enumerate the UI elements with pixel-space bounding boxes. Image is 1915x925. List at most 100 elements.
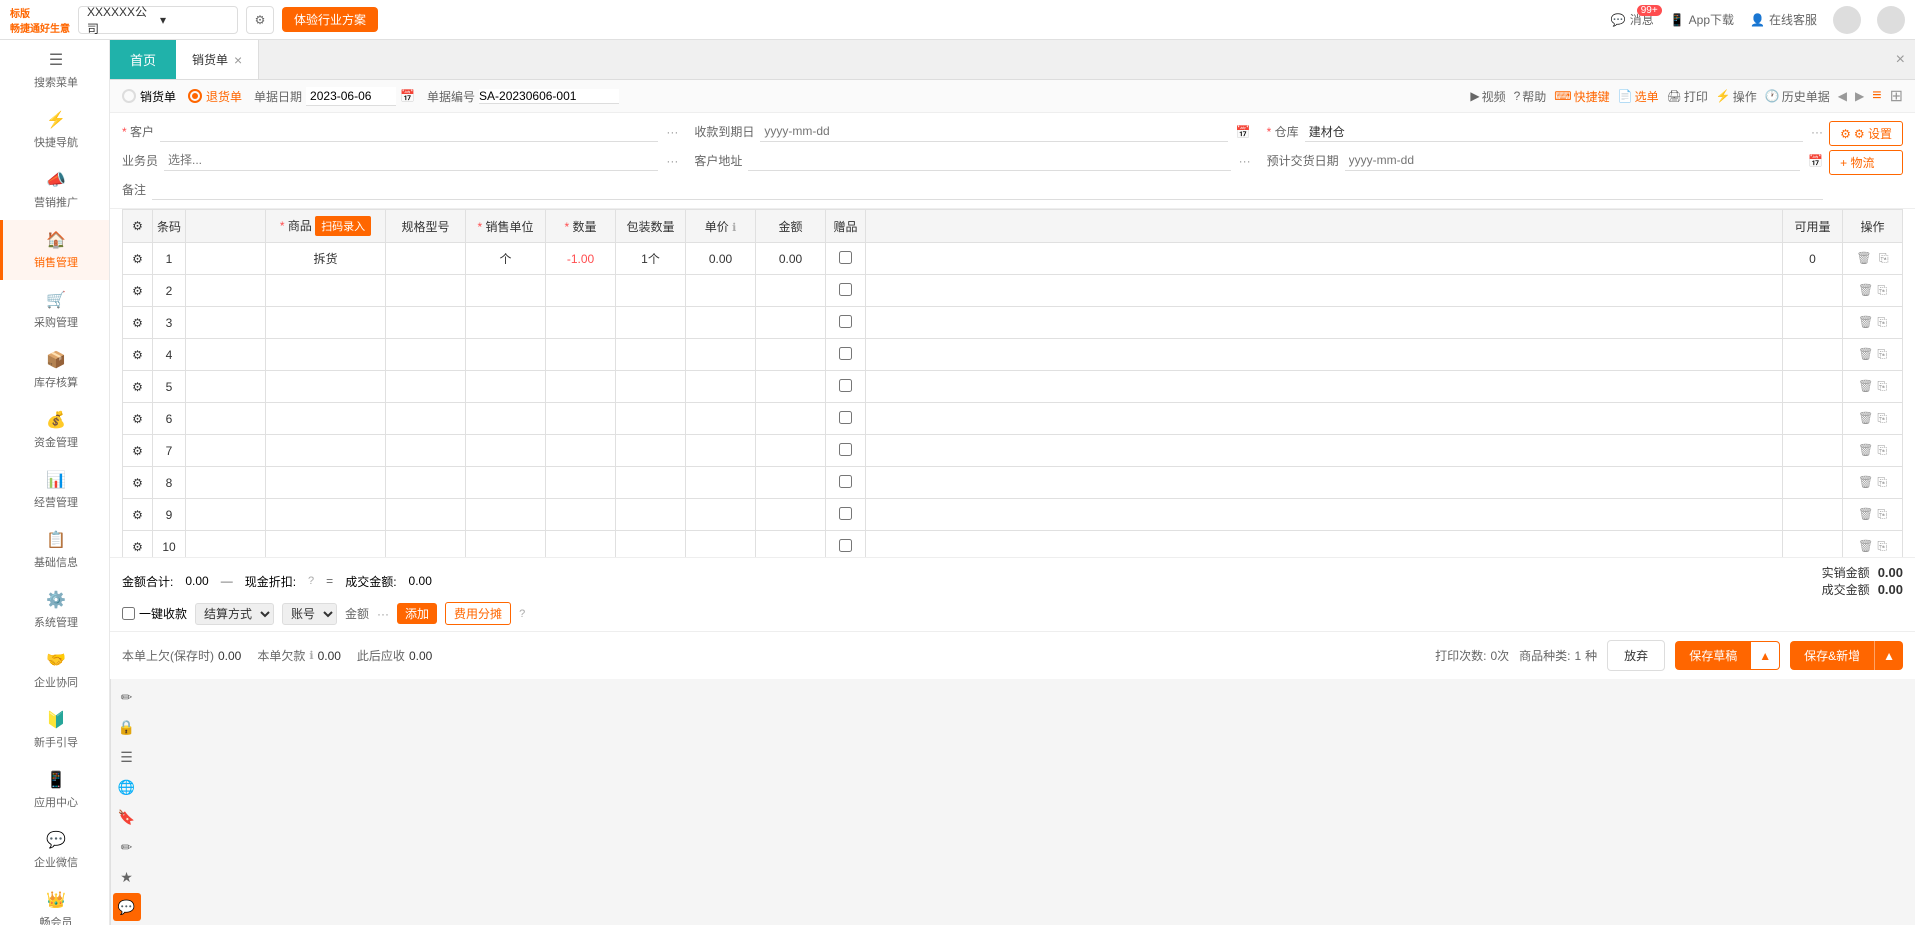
settings-btn[interactable]: ⚙ ⚙ 设置 bbox=[1829, 121, 1903, 146]
copy-icon-9[interactable]: ⎘ bbox=[1877, 507, 1887, 521]
delete-icon-5[interactable]: 🗑 bbox=[1858, 379, 1873, 393]
right-icon-chat[interactable]: 💬 bbox=[113, 893, 141, 921]
sidebar-item-sales[interactable]: 🏠 销售管理 bbox=[0, 220, 109, 280]
sidebar-item-basic-info[interactable]: 📋 基础信息 bbox=[0, 520, 109, 580]
one-click-pay-checkbox[interactable]: 一键收款 bbox=[122, 605, 187, 622]
copy-icon-8[interactable]: ⎘ bbox=[1877, 475, 1887, 489]
dots-icon[interactable]: ··· bbox=[377, 607, 389, 621]
save-new-btn[interactable]: 保存&新增 bbox=[1790, 641, 1874, 670]
delete-icon-8[interactable]: 🗑 bbox=[1858, 475, 1873, 489]
tab-home[interactable]: 首页 bbox=[110, 40, 176, 79]
delete-icon-7[interactable]: 🗑 bbox=[1858, 443, 1873, 457]
td-pkgqty-1[interactable]: 1个 bbox=[616, 243, 686, 275]
sidebar-item-guide[interactable]: 🔰 新手引导 bbox=[0, 700, 109, 760]
trial-btn[interactable]: 体验行业方案 bbox=[282, 7, 378, 32]
right-icon-star[interactable]: ★ bbox=[113, 863, 141, 891]
fee-split-btn[interactable]: 费用分摊 bbox=[445, 602, 511, 625]
customer-more-icon[interactable]: ··· bbox=[666, 125, 678, 139]
gift-checkbox-9[interactable] bbox=[839, 507, 852, 520]
row-gear-icon-1[interactable]: ⚙ bbox=[132, 252, 143, 266]
view-list-icon[interactable]: ≡ bbox=[1872, 87, 1881, 105]
customer-address-more-icon[interactable]: ··· bbox=[1239, 154, 1251, 168]
avatar[interactable] bbox=[1833, 6, 1861, 34]
payment-method-select[interactable]: 结算方式 bbox=[195, 603, 274, 625]
sidebar-item-system[interactable]: ⚙️ 系统管理 bbox=[0, 580, 109, 640]
doc-date-calendar-icon[interactable]: 📅 bbox=[400, 89, 415, 103]
tab-close-icon[interactable]: × bbox=[234, 52, 242, 68]
sidebar-item-enterprise[interactable]: 🤝 企业协同 bbox=[0, 640, 109, 700]
select-order-btn[interactable]: 📄 选单 bbox=[1618, 88, 1659, 105]
delete-icon-6[interactable]: 🗑 bbox=[1858, 411, 1873, 425]
radio-return-order[interactable]: 退货单 bbox=[188, 88, 242, 105]
copy-icon-10[interactable]: ⎘ bbox=[1877, 539, 1887, 553]
settings-icon[interactable]: ⚙ bbox=[246, 6, 274, 34]
right-icon-edit[interactable]: ✏ bbox=[113, 683, 141, 711]
remark-input[interactable] bbox=[152, 179, 1823, 200]
tab-sale-order[interactable]: 销货单 × bbox=[176, 40, 259, 79]
td-barcode-1[interactable] bbox=[186, 243, 266, 275]
nav-right-icon[interactable]: ▶ bbox=[1855, 89, 1864, 103]
nav-left-icon[interactable]: ◀ bbox=[1838, 89, 1847, 103]
th-gear[interactable]: ⚙ bbox=[123, 210, 153, 243]
video-btn[interactable]: ▶ 视频 bbox=[1470, 88, 1505, 105]
sidebar-item-purchase[interactable]: 🛒 采购管理 bbox=[0, 280, 109, 340]
gift-checkbox-6[interactable] bbox=[839, 411, 852, 424]
save-draft-arrow-btn[interactable]: ▲ bbox=[1751, 641, 1780, 670]
delete-icon-1[interactable]: 🗑 bbox=[1856, 251, 1871, 265]
right-icon-list[interactable]: ☰ bbox=[113, 743, 141, 771]
sidebar-item-operations[interactable]: 📊 经营管理 bbox=[0, 460, 109, 520]
right-icon-globe[interactable]: 🌐 bbox=[113, 773, 141, 801]
gift-checkbox-10[interactable] bbox=[839, 539, 852, 552]
company-selector[interactable]: XXXXXX公司 ▾ bbox=[78, 6, 238, 34]
save-draft-btn[interactable]: 保存草稿 bbox=[1675, 641, 1751, 670]
delete-icon-4[interactable]: 🗑 bbox=[1858, 347, 1873, 361]
save-new-arrow-btn[interactable]: ▲ bbox=[1874, 641, 1903, 670]
salesperson-more-icon[interactable]: ··· bbox=[666, 154, 678, 168]
sidebar-item-quick-nav[interactable]: ⚡ 快捷导航 bbox=[0, 100, 109, 160]
delete-icon-3[interactable]: 🗑 bbox=[1858, 315, 1873, 329]
gift-checkbox-5[interactable] bbox=[839, 379, 852, 392]
history-btn[interactable]: 🕐 历史单据 bbox=[1765, 88, 1830, 105]
right-icon-lock[interactable]: 🔒 bbox=[113, 713, 141, 741]
sidebar-item-search[interactable]: ☰ 搜索菜单 bbox=[0, 40, 109, 100]
print-btn[interactable]: 🖨 打印 bbox=[1667, 88, 1708, 105]
expected-delivery-calendar-icon[interactable]: 📅 bbox=[1808, 154, 1823, 168]
shortcut-btn[interactable]: ⌨ 快捷键 bbox=[1554, 88, 1609, 105]
copy-icon-4[interactable]: ⎘ bbox=[1877, 347, 1887, 361]
sidebar-item-marketing[interactable]: 📣 营销推广 bbox=[0, 160, 109, 220]
delete-icon-2[interactable]: 🗑 bbox=[1858, 283, 1873, 297]
sidebar-item-finance[interactable]: 💰 资金管理 bbox=[0, 400, 109, 460]
expected-delivery-input[interactable] bbox=[1345, 150, 1800, 171]
scan-btn[interactable]: 扫码录入 bbox=[315, 216, 371, 236]
gift-checkbox-2[interactable] bbox=[839, 283, 852, 296]
salesperson-input[interactable] bbox=[164, 150, 658, 171]
doc-date-input[interactable] bbox=[306, 87, 396, 106]
customer-address-input[interactable] bbox=[748, 150, 1230, 171]
gift-checkbox-3[interactable] bbox=[839, 315, 852, 328]
action-btn[interactable]: ⚡ 操作 bbox=[1716, 88, 1757, 105]
customer-input[interactable] bbox=[160, 121, 658, 142]
copy-icon-3[interactable]: ⎘ bbox=[1877, 315, 1887, 329]
td-gift-1[interactable] bbox=[826, 243, 866, 275]
help-btn[interactable]: ? 帮助 bbox=[1514, 88, 1547, 105]
right-icon-pencil2[interactable]: ✏ bbox=[113, 833, 141, 861]
payment-due-calendar-icon[interactable]: 📅 bbox=[1236, 125, 1251, 139]
doc-no-input[interactable] bbox=[479, 89, 619, 104]
gift-checkbox-1[interactable] bbox=[839, 251, 852, 264]
discard-btn[interactable]: 放弃 bbox=[1607, 640, 1665, 671]
sidebar-item-member[interactable]: 👑 畅会员 bbox=[0, 880, 109, 925]
copy-icon-7[interactable]: ⎘ bbox=[1877, 443, 1887, 457]
fee-info-icon[interactable]: ? bbox=[519, 608, 525, 620]
td-spec-1[interactable] bbox=[386, 243, 466, 275]
td-amount-1[interactable]: 0.00 bbox=[756, 243, 826, 275]
td-price-1[interactable]: 0.00 bbox=[686, 243, 756, 275]
copy-icon-6[interactable]: ⎘ bbox=[1877, 411, 1887, 425]
tab-bar-close-btn[interactable]: × bbox=[1896, 51, 1915, 69]
view-grid-icon[interactable]: ⊞ bbox=[1890, 86, 1903, 106]
sidebar-item-app-center[interactable]: 📱 应用中心 bbox=[0, 760, 109, 820]
td-qty-1[interactable]: -1.00 bbox=[546, 243, 616, 275]
payment-due-input[interactable] bbox=[760, 121, 1227, 142]
gift-checkbox-8[interactable] bbox=[839, 475, 852, 488]
one-click-pay-check[interactable] bbox=[122, 607, 135, 620]
td-unit-1[interactable]: 个 bbox=[466, 243, 546, 275]
